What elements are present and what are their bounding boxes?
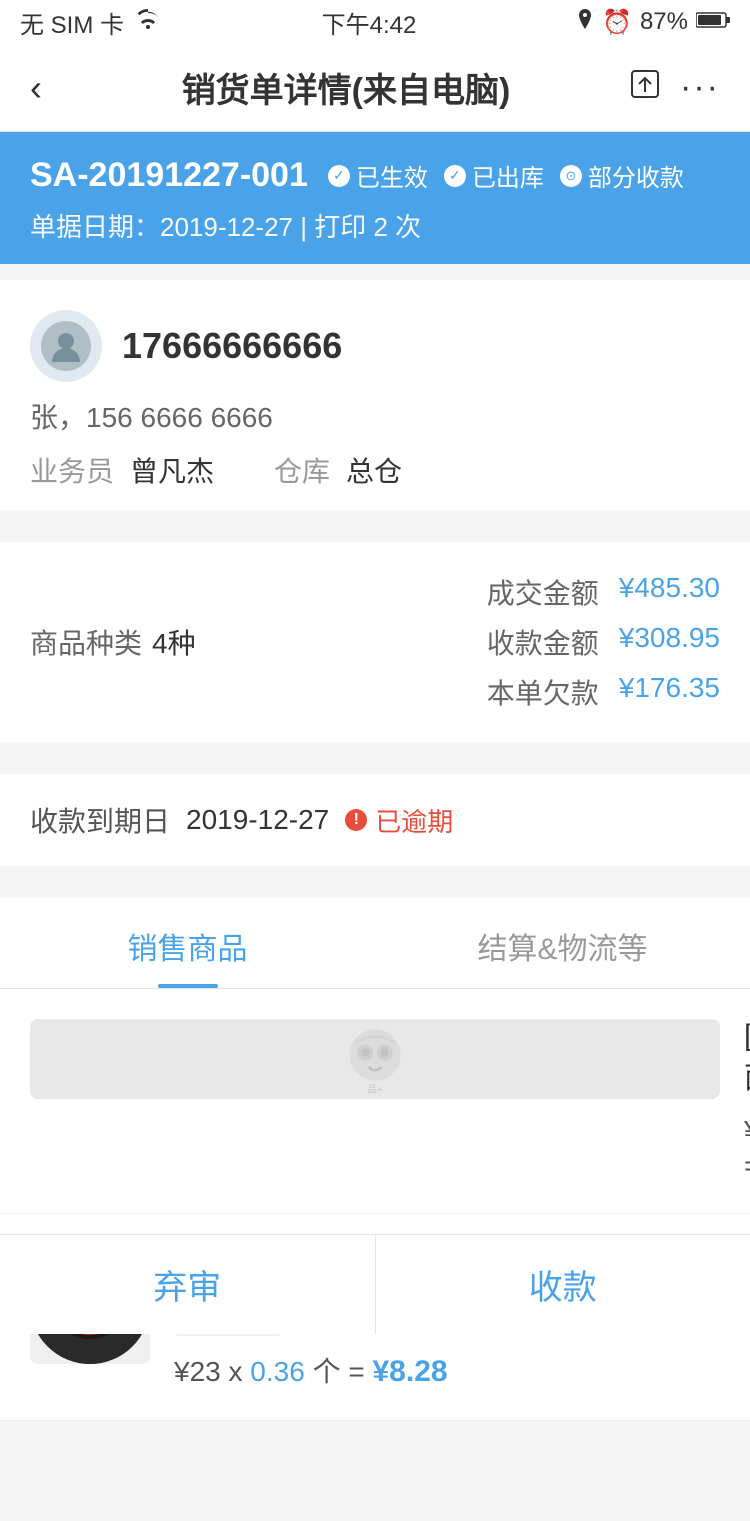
order-header: SA-20191227-001 ✓ 已生效 ✓ 已出库 ⊙ 部分收款 单据日期：… xyxy=(0,132,750,264)
battery-icon xyxy=(696,8,730,36)
check-icon-2: ✓ xyxy=(444,165,466,187)
abandon-review-button[interactable]: 弃审 xyxy=(0,1235,376,1334)
summary-section: 商品种类 4种 成交金额 ¥485.30 收款金额 ¥308.95 本单欠款 ¥… xyxy=(0,542,750,742)
received-value: ¥308.95 xyxy=(619,622,720,662)
nav-bar: ‹ 销货单详情(来自电脑) ··· xyxy=(0,44,750,132)
overdue-label: 收款到期日 xyxy=(30,800,170,840)
status-bar: 无 SIM 卡 下午4:42 ⏰ 87% xyxy=(0,0,750,44)
summary-right: 成交金额 ¥485.30 收款金额 ¥308.95 本单欠款 ¥176.35 xyxy=(487,572,720,712)
product-price-bread: ¥40 x 5 袋 = ¥199.99 xyxy=(744,1109,750,1183)
product-thumb-bread: 品+ xyxy=(30,1019,720,1099)
product-count: 4种 xyxy=(152,622,196,662)
tabs-bar: 销售商品 结算&物流等 xyxy=(0,898,750,989)
share-icon[interactable] xyxy=(630,69,660,106)
products-list: 品+ [0000002]面包 ¥40 x 5 袋 = ¥199.99 xyxy=(0,989,750,1421)
bottom-spacer xyxy=(0,1421,750,1521)
customer-row: 17666666666 xyxy=(30,310,720,382)
product-name-bread: [0000002]面包 xyxy=(744,1019,750,1097)
sales-name: 曾凡杰 xyxy=(130,450,214,490)
warehouse-info: 仓库 总仓 xyxy=(274,450,402,490)
bottom-bar: 弃审 收款 xyxy=(0,1234,750,1334)
received-label: 收款金额 xyxy=(487,622,599,662)
overdue-section: 收款到期日 2019-12-27 ! 已逾期 xyxy=(0,774,750,866)
tabs-section: 销售商品 结算&物流等 xyxy=(0,898,750,989)
debt-row: 本单欠款 ¥176.35 xyxy=(487,672,720,712)
sales-label: 业务员 xyxy=(30,450,114,490)
carrier-text: 无 SIM 卡 xyxy=(20,5,124,40)
debt-value: ¥176.35 xyxy=(619,672,720,712)
battery-text: 87% xyxy=(640,8,688,36)
nav-actions: ··· xyxy=(630,68,720,107)
status-badges: ✓ 已生效 ✓ 已出库 ⊙ 部分收款 xyxy=(328,158,684,193)
collect-payment-button[interactable]: 收款 xyxy=(376,1235,750,1334)
check-icon-1: ✓ xyxy=(328,165,350,187)
divider-1 xyxy=(0,264,750,280)
status-left: 无 SIM 卡 xyxy=(20,5,162,40)
svg-text:品+: 品+ xyxy=(367,1085,383,1096)
customer-section: 17666666666 张，156 6666 6666 业务员 曾凡杰 仓库 总… xyxy=(0,280,750,510)
avatar-icon xyxy=(41,321,91,371)
summary-inner: 商品种类 4种 成交金额 ¥485.30 收款金额 ¥308.95 本单欠款 ¥… xyxy=(30,572,720,712)
total-amount-label: 成交金额 xyxy=(487,572,599,612)
customer-meta: 业务员 曾凡杰 仓库 总仓 xyxy=(30,450,720,490)
more-icon[interactable]: ··· xyxy=(680,68,720,107)
time-display: 下午4:42 xyxy=(322,5,417,40)
customer-info: 张，156 6666 6666 xyxy=(30,396,720,436)
divider-2 xyxy=(0,526,750,542)
order-id-row: SA-20191227-001 ✓ 已生效 ✓ 已出库 ⊙ 部分收款 xyxy=(30,156,720,195)
product-total-cookies: ¥8.28 xyxy=(373,1355,448,1388)
debt-label: 本单欠款 xyxy=(487,672,599,712)
product-types: 商品种类 4种 xyxy=(30,622,196,662)
warehouse-label: 仓库 xyxy=(274,450,330,490)
alarm-icon: ⏰ xyxy=(602,8,632,37)
product-price-cookies: ¥23 x 0.36 个 = ¥8.28 xyxy=(174,1350,720,1390)
total-amount-row: 成交金额 ¥485.30 xyxy=(487,572,720,612)
overdue-date: 2019-12-27 xyxy=(186,804,329,836)
divider-3 xyxy=(0,758,750,774)
warehouse-name: 总仓 xyxy=(346,450,402,490)
badge-partial: ⊙ 部分收款 xyxy=(560,158,684,193)
badge-shipped: ✓ 已出库 xyxy=(444,158,544,193)
order-date: 单据日期：2019-12-27 | 打印 2 次 xyxy=(30,207,720,244)
received-row: 收款金额 ¥308.95 xyxy=(487,622,720,662)
back-button[interactable]: ‹ xyxy=(30,57,62,119)
product-item-bread: 品+ [0000002]面包 ¥40 x 5 袋 = ¥199.99 xyxy=(0,989,750,1214)
tab-settlement-logistics[interactable]: 结算&物流等 xyxy=(375,898,750,988)
order-id: SA-20191227-001 xyxy=(30,156,308,195)
summary-left: 商品种类 4种 xyxy=(30,572,196,712)
total-amount-value: ¥485.30 xyxy=(619,572,720,612)
clock-icon: ⊙ xyxy=(560,165,582,187)
wifi-icon xyxy=(134,8,162,36)
badge-active: ✓ 已生效 xyxy=(328,158,428,193)
overdue-badge-text: 已逾期 xyxy=(375,802,453,839)
overdue-badge: ! 已逾期 xyxy=(345,802,453,839)
product-qty-cookies: 0.36 xyxy=(250,1356,305,1387)
status-right: ⏰ 87% xyxy=(576,8,730,37)
location-icon xyxy=(576,8,594,36)
product-type-label: 商品种类 xyxy=(30,622,142,662)
overdue-dot-icon: ! xyxy=(345,809,367,831)
divider-4 xyxy=(0,882,750,898)
avatar xyxy=(30,310,102,382)
sales-info: 业务员 曾凡杰 xyxy=(30,450,214,490)
product-info-bread: [0000002]面包 ¥40 x 5 袋 = ¥199.99 xyxy=(744,1019,750,1183)
page-title: 销货单详情(来自电脑) xyxy=(62,63,630,112)
customer-name: 17666666666 xyxy=(122,325,342,367)
tab-sales-products[interactable]: 销售商品 xyxy=(0,898,375,988)
